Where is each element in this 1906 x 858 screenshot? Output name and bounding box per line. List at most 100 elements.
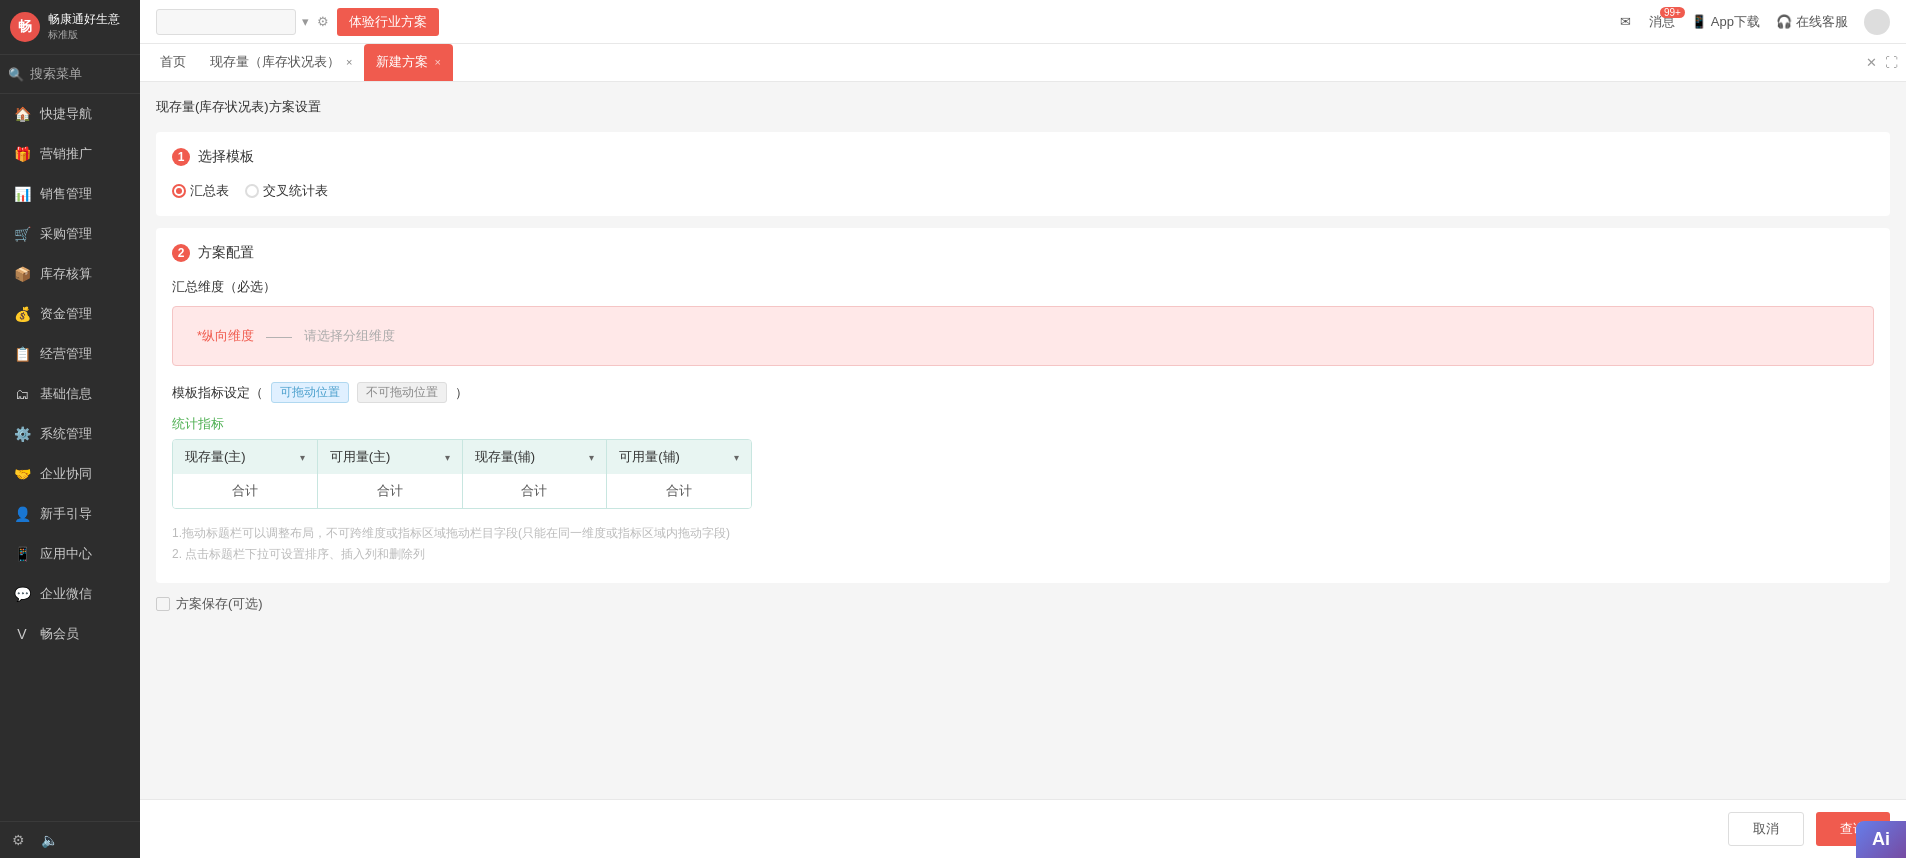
sidebar-item-appstore[interactable]: 📱 应用中心 <box>0 534 140 574</box>
tab-new-scheme-close-icon[interactable]: × <box>434 56 440 68</box>
topbar-gear-icon[interactable]: ⚙ <box>317 14 329 29</box>
window-close-icon[interactable]: ✕ <box>1866 55 1877 70</box>
sidebar-item-finance[interactable]: 💰 资金管理 <box>0 294 140 334</box>
template-radio-group: 汇总表 交叉统计表 <box>172 182 1874 200</box>
user-avatar[interactable] <box>1864 9 1890 35</box>
volume-icon[interactable]: 🔈 <box>41 832 58 848</box>
handshake-icon: 🤝 <box>12 464 32 484</box>
radio-cross[interactable]: 交叉统计表 <box>245 182 328 200</box>
sidebar-item-enterprise-label: 企业协同 <box>40 465 92 483</box>
dimension-box[interactable]: *纵向维度 —— 请选择分组维度 <box>172 306 1874 366</box>
stats-col-2-arrow-icon[interactable]: ▾ <box>589 452 594 463</box>
tabs-bar: 首页 现存量（库存状况表） × 新建方案 × ✕ ⛶ <box>140 44 1906 82</box>
cart-icon: 🛒 <box>12 224 32 244</box>
window-expand-icon[interactable]: ⛶ <box>1885 55 1898 70</box>
gift-icon: 🎁 <box>12 144 32 164</box>
sidebar-item-basic-label: 基础信息 <box>40 385 92 403</box>
sidebar-item-purchase-label: 采购管理 <box>40 225 92 243</box>
indicator-settings-label: 模板指标设定（ 可拖动位置 不可拖动位置 ） <box>172 382 1874 403</box>
messages-button[interactable]: ✉ 99+ 消息 <box>1620 13 1675 31</box>
save-option[interactable]: 方案保存(可选) <box>156 595 1890 613</box>
sidebar-item-inventory[interactable]: 📦 库存核算 <box>0 254 140 294</box>
phone-icon: 📱 <box>1691 14 1707 29</box>
sidebar-item-system[interactable]: ⚙️ 系统管理 <box>0 414 140 454</box>
app-logo-icon: 畅 <box>10 12 40 42</box>
stats-col-2-label: 现存量(辅) <box>475 448 536 466</box>
tab-inventory-label: 现存量（库存状况表） <box>210 53 340 71</box>
message-icon: ✉ <box>1620 14 1631 29</box>
sidebar-item-sales[interactable]: 📊 销售管理 <box>0 174 140 214</box>
section1-header: 1 选择模板 <box>172 148 1874 166</box>
sidebar-item-newbie[interactable]: 👤 新手引导 <box>0 494 140 534</box>
page-title: 现存量(库存状况表)方案设置 <box>156 98 1890 116</box>
dimension-required-label: *纵向维度 <box>197 327 254 345</box>
footer: 取消 查询 <box>140 799 1906 858</box>
mobile-icon: 📱 <box>12 544 32 564</box>
clipboard-icon: 📋 <box>12 344 32 364</box>
sidebar-item-wechat[interactable]: 💬 企业微信 <box>0 574 140 614</box>
sidebar: 畅 畅康通好生意 标准版 🔍 搜索菜单 🏠 快捷导航 🎁 营销推广 📊 销售管理… <box>0 0 140 858</box>
vip-icon: V <box>12 624 32 644</box>
sidebar-item-marketing[interactable]: 🎁 营销推广 <box>0 134 140 174</box>
tab-inventory-close-icon[interactable]: × <box>346 56 352 68</box>
sidebar-footer: ⚙ 🔈 <box>0 821 140 858</box>
sidebar-item-enterprise[interactable]: 🤝 企业协同 <box>0 454 140 494</box>
main-area: ▾ ⚙ 体验行业方案 ✉ 99+ 消息 📱 App下载 🎧 在线客服 首页 <box>140 0 1906 858</box>
section-template: 1 选择模板 汇总表 交叉统计表 <box>156 132 1890 216</box>
sidebar-item-management[interactable]: 📋 经营管理 <box>0 334 140 374</box>
stats-col-1[interactable]: 可用量(主) ▾ <box>318 440 463 474</box>
radio-cross-label: 交叉统计表 <box>263 182 328 200</box>
section1-num: 1 <box>172 148 190 166</box>
sidebar-item-member[interactable]: V 畅会员 <box>0 614 140 654</box>
stats-col-3-arrow-icon[interactable]: ▾ <box>734 452 739 463</box>
customer-service-button[interactable]: 🎧 在线客服 <box>1776 13 1848 31</box>
sidebar-item-inventory-label: 库存核算 <box>40 265 92 283</box>
sidebar-item-sales-label: 销售管理 <box>40 185 92 203</box>
sidebar-item-basic[interactable]: 🗂 基础信息 <box>0 374 140 414</box>
stats-section-label: 统计指标 <box>172 415 1874 433</box>
dropdown-arrow-icon[interactable]: ▾ <box>302 14 309 29</box>
stats-table-body: 合计 合计 合计 合计 <box>173 474 751 508</box>
topbar-search-input[interactable] <box>156 9 296 35</box>
section1-title: 选择模板 <box>198 148 254 166</box>
tab-new-scheme[interactable]: 新建方案 × <box>364 44 452 81</box>
sidebar-item-finance-label: 资金管理 <box>40 305 92 323</box>
cancel-button[interactable]: 取消 <box>1728 812 1804 846</box>
save-checkbox[interactable] <box>156 597 170 611</box>
tab-inventory[interactable]: 现存量（库存状况表） × <box>198 44 364 81</box>
stats-col-2[interactable]: 现存量(辅) ▾ <box>463 440 608 474</box>
sidebar-search-label: 搜索菜单 <box>30 65 82 83</box>
topbar-search-area: ▾ <box>156 9 309 35</box>
messages-badge: 99+ <box>1660 7 1685 18</box>
sidebar-item-nav[interactable]: 🏠 快捷导航 <box>0 94 140 134</box>
app-download-button[interactable]: 📱 App下载 <box>1691 13 1760 31</box>
sidebar-search[interactable]: 🔍 搜索菜单 <box>0 55 140 94</box>
stats-col-3[interactable]: 可用量(辅) ▾ <box>607 440 751 474</box>
stats-col-0-arrow-icon[interactable]: ▾ <box>300 452 305 463</box>
chat-icon: 💬 <box>12 584 32 604</box>
ai-badge[interactable]: Ai <box>1856 821 1906 858</box>
person-icon: 👤 <box>12 504 32 524</box>
stats-col-1-arrow-icon[interactable]: ▾ <box>445 452 450 463</box>
stats-col-0[interactable]: 现存量(主) ▾ <box>173 440 318 474</box>
stats-col-0-label: 现存量(主) <box>185 448 246 466</box>
dimension-divider: —— <box>266 329 292 344</box>
indicator-settings-prefix: 模板指标设定（ <box>172 384 263 402</box>
sidebar-item-management-label: 经营管理 <box>40 345 92 363</box>
cta-button[interactable]: 体验行业方案 <box>337 8 439 36</box>
sidebar-item-marketing-label: 营销推广 <box>40 145 92 163</box>
customer-service-label: 在线客服 <box>1796 13 1848 31</box>
radio-cross-dot <box>245 184 259 198</box>
sidebar-item-purchase[interactable]: 🛒 采购管理 <box>0 214 140 254</box>
stats-cell-0: 合计 <box>173 474 318 508</box>
settings-icon[interactable]: ⚙ <box>12 832 25 848</box>
section2-header: 2 方案配置 <box>172 244 1874 262</box>
topbar: ▾ ⚙ 体验行业方案 ✉ 99+ 消息 📱 App下载 🎧 在线客服 <box>140 0 1906 44</box>
section2-num: 2 <box>172 244 190 262</box>
gear-icon: ⚙️ <box>12 424 32 444</box>
dimension-placeholder: 请选择分组维度 <box>304 327 395 345</box>
stats-col-3-label: 可用量(辅) <box>619 448 680 466</box>
stats-table-header: 现存量(主) ▾ 可用量(主) ▾ 现存量(辅) ▾ 可用量(辅) ▾ <box>173 440 751 474</box>
radio-summary[interactable]: 汇总表 <box>172 182 229 200</box>
tab-home[interactable]: 首页 <box>148 44 198 81</box>
